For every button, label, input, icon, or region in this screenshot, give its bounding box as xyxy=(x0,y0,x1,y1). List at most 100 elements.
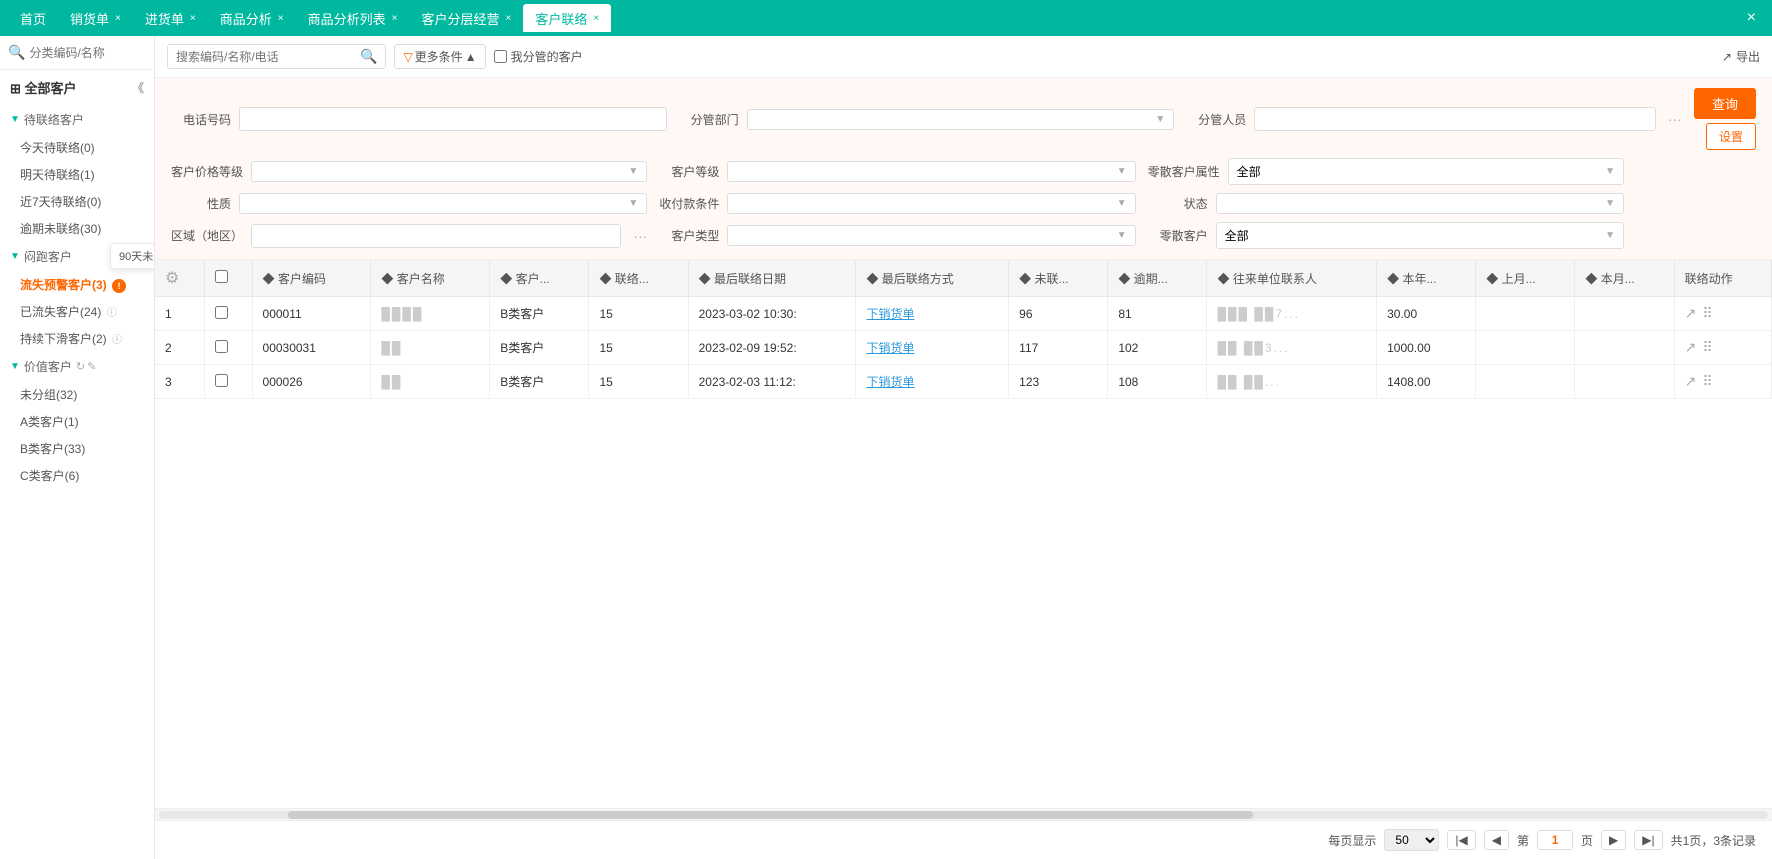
action-icons-1: ↗ ⠿ xyxy=(1685,305,1761,322)
status-arrow: ▼ xyxy=(1605,198,1615,209)
sidebar-item-ungrouped[interactable]: 未分组(32) xyxy=(0,381,154,408)
search-input-wrap: 🔍 xyxy=(167,44,386,69)
my-customers-label: 我分管的客户 xyxy=(511,48,583,65)
filter-select-retail-attr[interactable]: 全部 ▼ xyxy=(1228,158,1624,185)
sidebar-item-overdue[interactable]: 逾期未联络(30) xyxy=(0,215,154,242)
filter-label-price-level: 客户价格等级 xyxy=(171,163,243,180)
filter-select-nature[interactable]: ▼ xyxy=(239,193,647,214)
filter-panel: 电话号码 分管部门 ▼ 分管人员 ··· 查询 设置 xyxy=(155,78,1772,260)
sidebar-item-at-risk[interactable]: 流失预警客户(3) ! xyxy=(0,271,154,298)
cell-num-2: 2 xyxy=(155,331,204,365)
col-this-month: ◆ 本月... xyxy=(1575,260,1674,297)
sidebar-all-customers[interactable]: ⊞ 全部客户 《 xyxy=(0,70,154,105)
cell-actions-2: ↗ ⠿ xyxy=(1674,331,1771,365)
filter-select-customer-level[interactable]: ▼ xyxy=(727,161,1135,182)
filter-row-3: 性质 ▼ 收付款条件 ▼ 状态 xyxy=(171,193,1756,214)
table-settings-gear[interactable]: ⚙ xyxy=(165,270,179,287)
sidebar-item-class-c[interactable]: C类客户(6) xyxy=(0,462,154,489)
main-container: 🔍 ⊞ 全部客户 《 ▼ 待联络客户 今天待联络(0) 明天待联络(1) 近7天… xyxy=(0,36,1772,859)
sidebar-item-class-b[interactable]: B类客户(33) xyxy=(0,435,154,462)
search-button[interactable]: 🔍 xyxy=(360,48,377,65)
action-more-icon-2[interactable]: ⠿ xyxy=(1702,339,1712,356)
my-customers-checkbox[interactable] xyxy=(494,50,507,63)
row-checkbox-1[interactable] xyxy=(215,306,228,319)
last-page-btn[interactable]: ▶| xyxy=(1634,830,1662,850)
cell-uncontact-2: 117 xyxy=(1009,331,1108,365)
sidebar-group-pending-contact[interactable]: ▼ 待联络客户 xyxy=(0,105,154,134)
tab-customer-segment-close[interactable]: × xyxy=(505,13,511,24)
tab-customer-segment[interactable]: 客户分层经营 × xyxy=(409,4,523,32)
filter-select-price-level[interactable]: ▼ xyxy=(251,161,647,182)
filter-label-region: 区域（地区） xyxy=(171,227,243,244)
filter-select-customer-type[interactable]: ▼ xyxy=(727,225,1135,246)
row-checkbox-2[interactable] xyxy=(215,340,228,353)
select-all-checkbox[interactable] xyxy=(215,270,228,283)
sidebar-item-lost[interactable]: 已流失客户(24) ⓘ xyxy=(0,298,154,325)
per-page-select[interactable]: 50 100 200 xyxy=(1384,829,1439,851)
col-overdue: ◆ 逾期... xyxy=(1108,260,1207,297)
search-input[interactable] xyxy=(176,50,356,64)
cell-contact-1: 15 xyxy=(589,297,688,331)
cell-uncontact-1: 96 xyxy=(1009,297,1108,331)
sidebar-group-value[interactable]: ▼ 价值客户 ↻ ✎ xyxy=(0,352,154,381)
tab-customer-contact[interactable]: 客户联络 × xyxy=(523,4,611,32)
query-button[interactable]: 查询 xyxy=(1694,88,1756,119)
tab-analysis-list[interactable]: 商品分析列表 × xyxy=(296,4,410,32)
page-input[interactable] xyxy=(1537,830,1573,850)
sidebar-search-wrap: 🔍 xyxy=(0,36,154,70)
filter-select-status[interactable]: ▼ xyxy=(1216,193,1624,214)
tab-purchase-close[interactable]: × xyxy=(190,13,196,24)
tab-sales[interactable]: 销货单 × xyxy=(58,4,133,32)
next-page-btn[interactable]: ▶ xyxy=(1601,830,1626,850)
tab-purchase[interactable]: 进货单 × xyxy=(133,4,208,32)
sidebar-item-week[interactable]: 近7天待联络(0) xyxy=(0,188,154,215)
filter-dots-region[interactable]: ··· xyxy=(633,228,647,244)
tooltip-popup: 90天未交易的客户，可能有流失风险。 xyxy=(110,243,155,269)
lost-info-icon: ⓘ xyxy=(107,308,117,319)
settings-button[interactable]: 设置 xyxy=(1706,123,1756,150)
action-contact-icon-2[interactable]: ↗ xyxy=(1685,339,1697,356)
filter-select-retail[interactable]: 全部 ▼ xyxy=(1216,222,1624,249)
tab-customer-contact-label: 客户联络 xyxy=(535,9,587,28)
tab-customer-contact-close[interactable]: × xyxy=(593,13,599,24)
export-button[interactable]: ↗ 导出 xyxy=(1722,48,1760,65)
group-arrow-lost: ▼ xyxy=(10,251,20,262)
filter-field-customer-level: 客户等级 ▼ xyxy=(659,161,1135,182)
action-contact-icon-3[interactable]: ↗ xyxy=(1685,373,1697,390)
action-more-icon-1[interactable]: ⠿ xyxy=(1702,305,1712,322)
tab-analysis-list-label: 商品分析列表 xyxy=(308,9,386,28)
filter-select-dept[interactable]: ▼ xyxy=(747,109,1175,130)
action-more-icon-3[interactable]: ⠿ xyxy=(1702,373,1712,390)
filter-select-payment[interactable]: ▼ xyxy=(727,193,1135,214)
cell-name-1: ████ xyxy=(371,297,490,331)
tab-analysis[interactable]: 商品分析 × xyxy=(208,4,296,32)
value-refresh-icon[interactable]: ↻ xyxy=(76,360,85,373)
sidebar-item-today[interactable]: 今天待联络(0) xyxy=(0,134,154,161)
tab-analysis-list-close[interactable]: × xyxy=(392,13,398,24)
row-checkbox-3[interactable] xyxy=(215,374,228,387)
group-arrow-value: ▼ xyxy=(10,361,20,372)
sidebar-item-class-a[interactable]: A类客户(1) xyxy=(0,408,154,435)
tab-sales-close[interactable]: × xyxy=(115,13,121,24)
window-close-button[interactable]: × xyxy=(1739,9,1764,27)
first-page-btn[interactable]: |◀ xyxy=(1447,830,1475,850)
sidebar-search-input[interactable] xyxy=(29,46,155,60)
action-contact-icon-1[interactable]: ↗ xyxy=(1685,305,1697,322)
cell-last-month-2 xyxy=(1476,331,1575,365)
more-conditions-button[interactable]: ▽ 更多条件 ▲ xyxy=(394,44,485,69)
filter-input-person[interactable] xyxy=(1254,107,1656,131)
h-scroll-thumb[interactable] xyxy=(288,811,1253,819)
filter-dots-person[interactable]: ··· xyxy=(1668,111,1682,127)
filter-field-price-level: 客户价格等级 ▼ xyxy=(171,161,647,182)
sidebar-item-tomorrow[interactable]: 明天待联络(1) xyxy=(0,161,154,188)
value-edit-icon[interactable]: ✎ xyxy=(87,360,96,373)
tab-home[interactable]: 首页 xyxy=(8,4,58,32)
cell-check-1 xyxy=(204,297,252,331)
prev-page-btn[interactable]: ◀ xyxy=(1484,830,1509,850)
h-scroll-track[interactable] xyxy=(159,811,1768,819)
filter-input-phone[interactable] xyxy=(239,107,667,131)
sidebar-item-declining[interactable]: 持续下滑客户(2) ⓘ xyxy=(0,325,154,352)
customer-type-arrow: ▼ xyxy=(1117,230,1127,241)
filter-input-region[interactable] xyxy=(251,224,621,248)
tab-analysis-close[interactable]: × xyxy=(278,13,284,24)
